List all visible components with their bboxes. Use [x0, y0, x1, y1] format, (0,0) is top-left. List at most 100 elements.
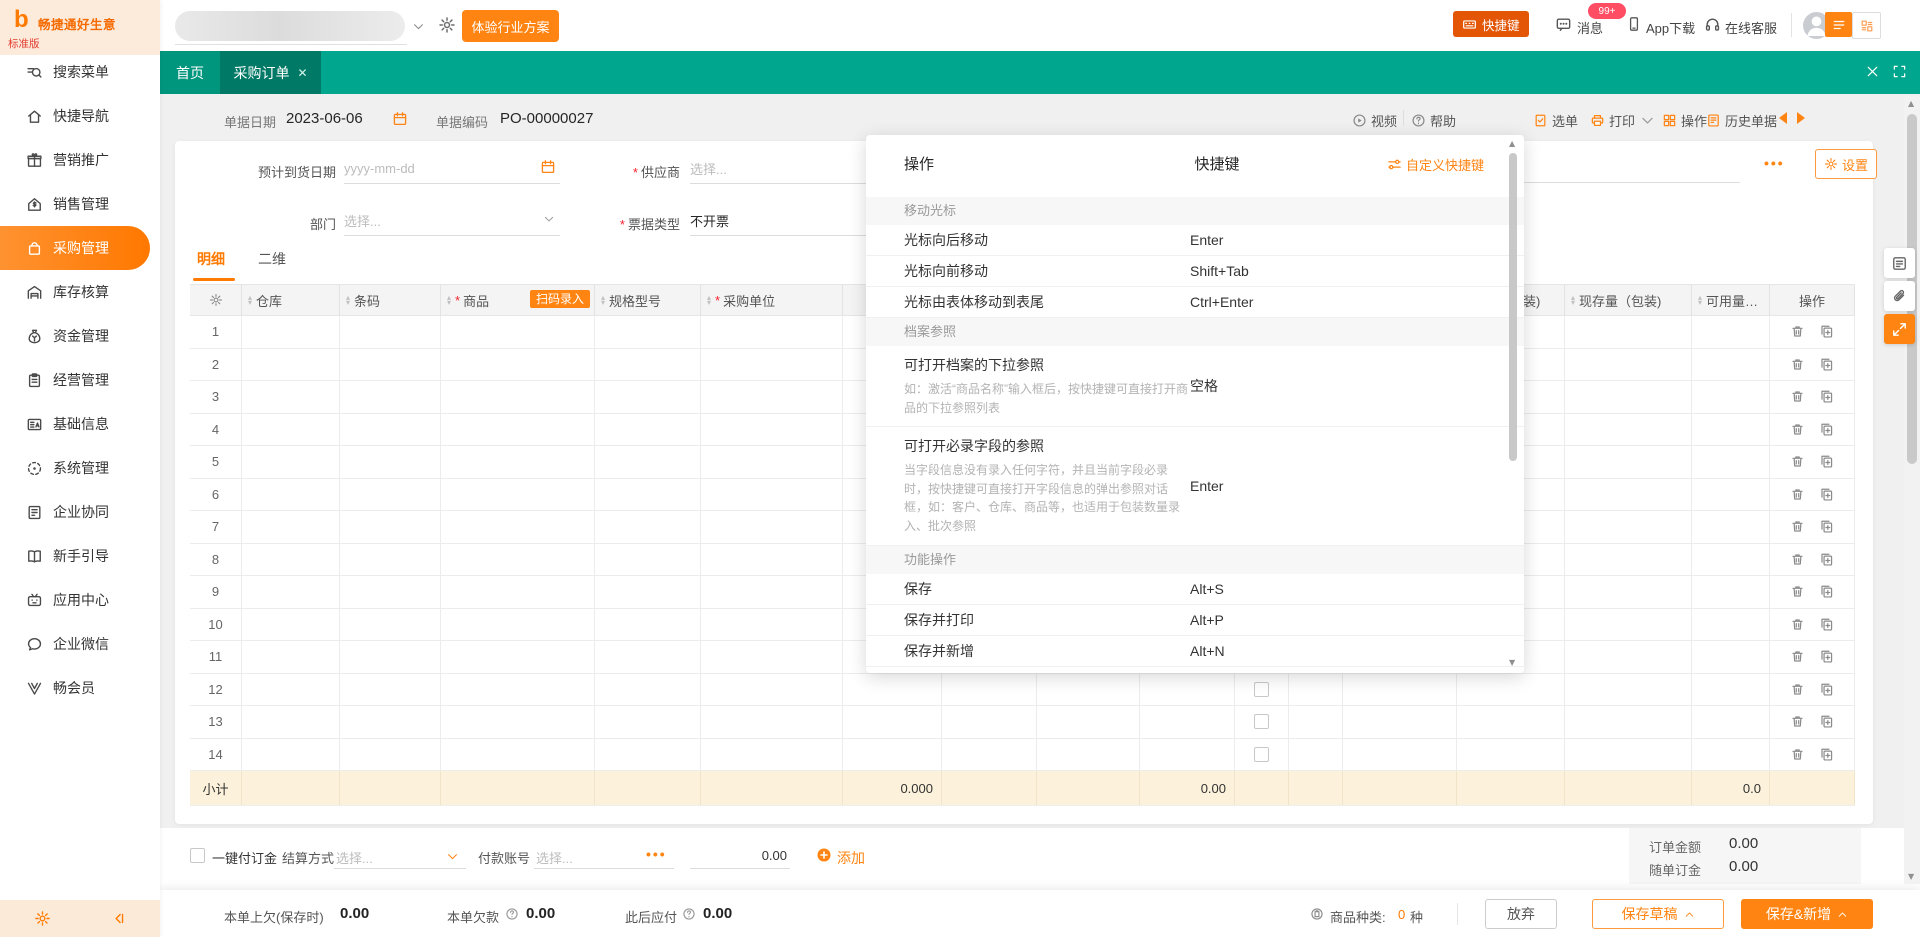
online-service-label[interactable]: 在线客服 — [1725, 18, 1777, 37]
settle-method-placeholder[interactable]: 选择... — [336, 848, 373, 867]
cell[interactable] — [595, 576, 701, 608]
view-card-toggle[interactable] — [1852, 12, 1881, 39]
doc-date-calendar-icon[interactable] — [392, 111, 408, 127]
cell[interactable] — [595, 478, 701, 510]
column-header-现存量（包装)[interactable]: ▴ ▾ 现存量（包装) — [1565, 285, 1692, 315]
shortcuts-button[interactable]: 快捷键 — [1453, 11, 1529, 37]
copy-row-icon[interactable] — [1819, 747, 1834, 762]
cell[interactable] — [441, 446, 595, 478]
cell[interactable] — [441, 641, 595, 673]
cell[interactable] — [701, 413, 843, 445]
popup-scroll-down-icon[interactable]: ▼ — [1509, 658, 1515, 667]
close-all-icon[interactable] — [1865, 64, 1880, 79]
cell[interactable] — [242, 511, 340, 543]
sidebar-item-sales[interactable]: 销售管理 — [0, 182, 160, 226]
cell[interactable] — [242, 641, 340, 673]
cell[interactable] — [340, 316, 441, 348]
cell[interactable] — [340, 543, 441, 575]
cell[interactable] — [1565, 576, 1692, 608]
delete-row-icon[interactable] — [1790, 324, 1805, 339]
cell[interactable] — [1037, 673, 1140, 705]
cell[interactable] — [1565, 511, 1692, 543]
delete-row-icon[interactable] — [1790, 714, 1805, 729]
invoice-type-select[interactable]: 不开票 — [690, 205, 870, 236]
cell[interactable] — [1692, 478, 1770, 510]
expected-date-calendar-icon[interactable] — [540, 159, 556, 175]
supplier-input[interactable]: 选择... — [690, 153, 870, 184]
delete-row-icon[interactable] — [1790, 487, 1805, 502]
cell[interactable] — [441, 576, 595, 608]
sidebar-collapse-icon[interactable] — [110, 910, 127, 927]
after-payable-help-icon[interactable] — [682, 907, 696, 921]
cell[interactable] — [701, 381, 843, 413]
cell[interactable] — [701, 706, 843, 738]
copy-row-icon[interactable] — [1819, 682, 1834, 697]
cell[interactable] — [340, 641, 441, 673]
save-draft-button[interactable]: 保存草稿 — [1592, 899, 1724, 929]
deposit-amount-value[interactable]: 0.00 — [705, 848, 787, 863]
cell[interactable] — [595, 511, 701, 543]
popup-scrollbar-thumb[interactable] — [1509, 153, 1517, 461]
cell[interactable] — [340, 738, 441, 770]
cell[interactable] — [701, 673, 843, 705]
cell[interactable] — [1457, 706, 1565, 738]
sidebar-item-app-center[interactable]: 应用中心 — [0, 578, 160, 622]
row-checkbox[interactable] — [1254, 714, 1269, 730]
draft-box-button[interactable] — [1884, 248, 1915, 278]
cell[interactable] — [441, 348, 595, 380]
sidebar-item-quick-nav[interactable]: 快捷导航 — [0, 94, 160, 138]
expected-date-input[interactable]: yyyy-mm-dd — [344, 153, 560, 184]
cell[interactable] — [1565, 413, 1692, 445]
cell[interactable] — [340, 446, 441, 478]
cell[interactable] — [595, 706, 701, 738]
popup-scrollbar[interactable]: ▲ ▼ — [1507, 137, 1520, 669]
cell[interactable] — [1692, 641, 1770, 673]
tab-close-icon[interactable]: ✕ — [297, 66, 307, 80]
cell[interactable] — [242, 608, 340, 640]
cell[interactable] — [1140, 738, 1235, 770]
cell[interactable] — [595, 543, 701, 575]
cell[interactable] — [1565, 641, 1692, 673]
one-click-deposit-checkbox[interactable] — [190, 848, 205, 863]
delete-row-icon[interactable] — [1790, 552, 1805, 567]
pay-account-more-icon[interactable]: ••• — [646, 846, 667, 862]
cell[interactable] — [242, 576, 340, 608]
sidebar-item-purchase[interactable]: 采购管理 — [0, 226, 150, 270]
cell[interactable] — [1289, 706, 1343, 738]
cell[interactable] — [595, 348, 701, 380]
row-checkbox[interactable] — [1254, 746, 1269, 762]
cell[interactable] — [441, 673, 595, 705]
column-header-规格型号[interactable]: ▴ ▾ 规格型号 — [595, 285, 701, 315]
cell[interactable] — [242, 673, 340, 705]
tab-home[interactable]: 首页 — [160, 51, 220, 94]
cell[interactable] — [1692, 348, 1770, 380]
add-icon[interactable] — [816, 847, 832, 863]
cell[interactable] — [242, 348, 340, 380]
tab-purchase-order[interactable]: 采购订单 ✕ — [220, 51, 321, 94]
sidebar-item-guide[interactable]: 新手引导 — [0, 534, 160, 578]
delete-row-icon[interactable] — [1790, 454, 1805, 469]
cell[interactable] — [942, 706, 1037, 738]
prev-doc-arrow[interactable] — [1779, 112, 1787, 124]
fullscreen-button[interactable] — [1884, 314, 1915, 344]
cell[interactable] — [1140, 673, 1235, 705]
column-header-采购单位[interactable]: ▴ ▾ * 采购单位 — [701, 285, 843, 315]
cell[interactable] — [1565, 673, 1692, 705]
messages-icon[interactable] — [1555, 16, 1572, 33]
cell[interactable] — [1692, 446, 1770, 478]
copy-row-icon[interactable] — [1819, 454, 1834, 469]
cell[interactable] — [1565, 478, 1692, 510]
cell[interactable] — [942, 673, 1037, 705]
cell[interactable] — [843, 706, 942, 738]
search-dropdown-icon[interactable] — [412, 20, 425, 33]
copy-row-icon[interactable] — [1819, 617, 1834, 632]
pay-account-placeholder[interactable]: 选择... — [536, 848, 573, 867]
cell[interactable] — [701, 348, 843, 380]
page-scroll-down-icon[interactable]: ▼ — [1908, 872, 1914, 881]
cell[interactable] — [701, 446, 843, 478]
column-header-可用量（包装)[interactable]: ▴▾ 可用量（包装) — [1692, 285, 1770, 315]
scan-entry-button[interactable]: 扫码录入 — [529, 290, 590, 308]
cell[interactable] — [441, 316, 595, 348]
cell[interactable] — [441, 511, 595, 543]
department-dropdown-icon[interactable] — [543, 213, 555, 225]
